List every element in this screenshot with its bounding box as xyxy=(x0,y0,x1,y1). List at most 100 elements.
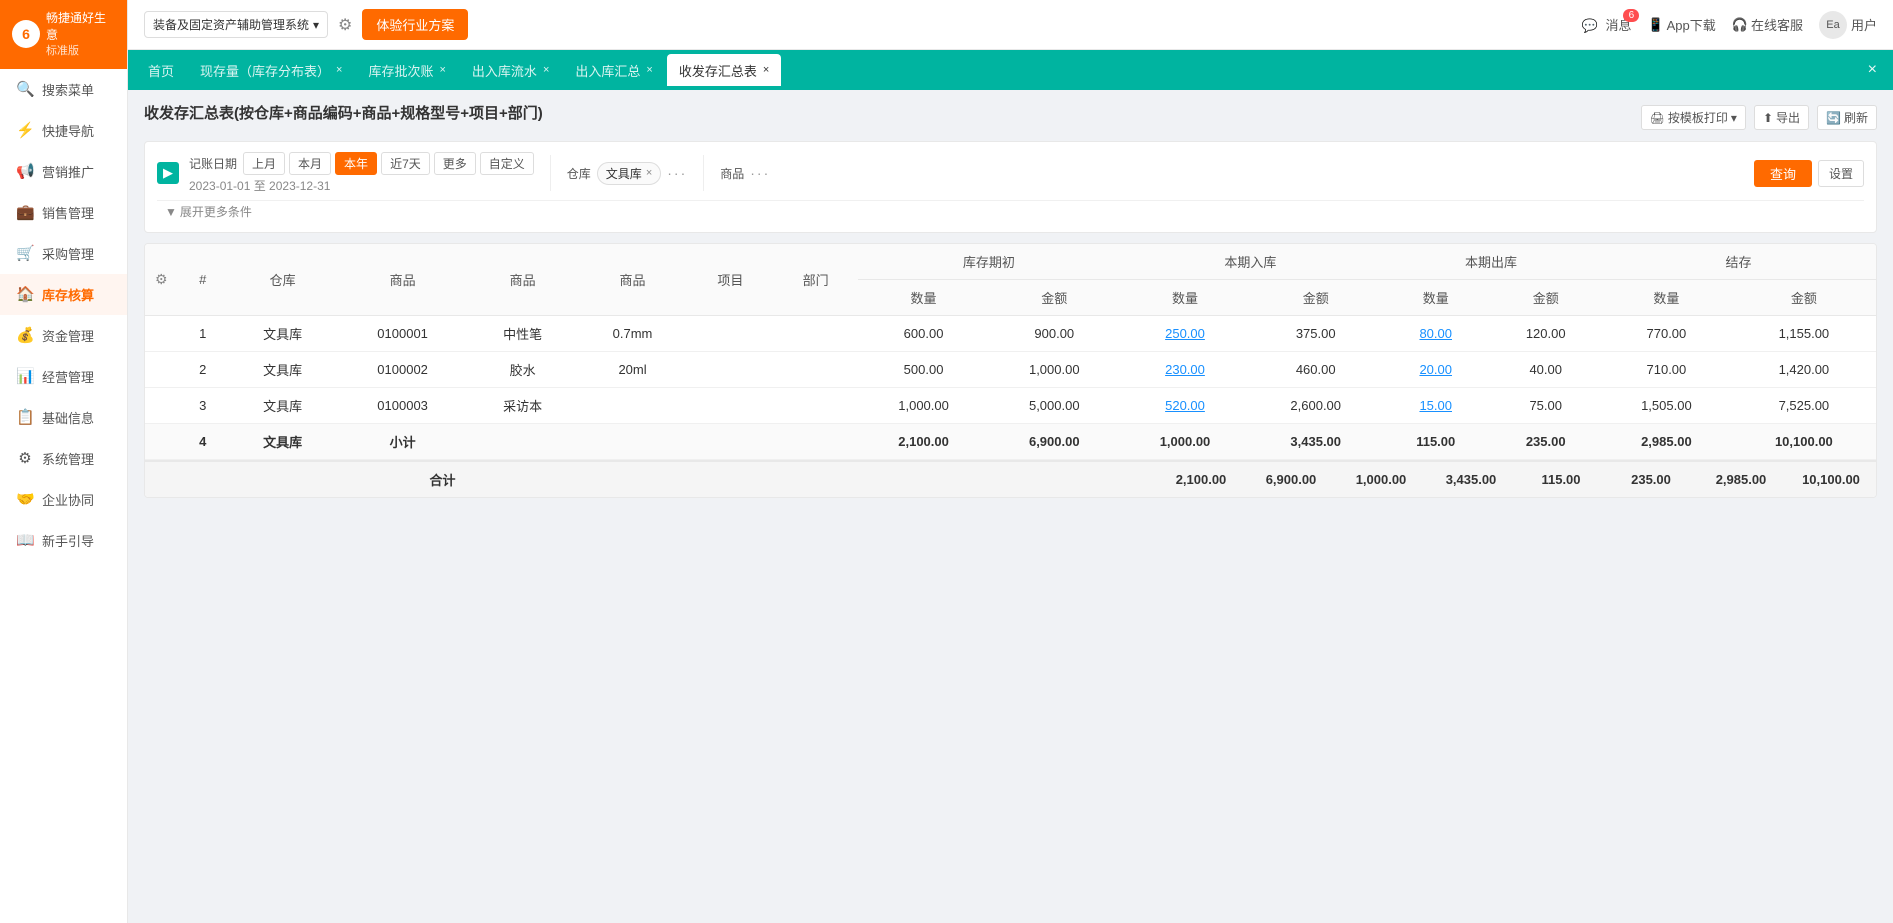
remove-warehouse-icon[interactable]: × xyxy=(646,167,652,179)
col-num-header: # xyxy=(178,244,228,316)
footer-in-qty: 1,000.00 xyxy=(1336,472,1426,487)
search-icon: 🔍 xyxy=(16,80,34,98)
table-footer: 合计 2,100.00 6,900.00 1,000.00 3,435.00 1… xyxy=(145,460,1876,497)
user-label: 用户 xyxy=(1851,15,1877,34)
sidebar-item-label: 系统管理 xyxy=(42,449,94,468)
data-cell: 胶水 xyxy=(468,352,577,388)
query-button[interactable]: 查询 xyxy=(1754,160,1812,187)
close-all-tabs-icon[interactable]: × xyxy=(1860,61,1885,79)
data-cell: 2 xyxy=(178,352,228,388)
table-row: 1文具库0100001中性笔0.7mm600.00900.00250.00375… xyxy=(145,316,1876,352)
page-title: 收发存汇总表(按仓库+商品编码+商品+规格型号+项目+部门) xyxy=(144,102,543,123)
app-logo: 6 畅捷通好生意 标准版 xyxy=(0,0,127,69)
close-icon[interactable]: × xyxy=(543,64,549,76)
tab-inout-summary[interactable]: 出入库汇总 × xyxy=(563,54,664,86)
col-spec-header: 商品 xyxy=(577,244,688,316)
data-cell: 文具库 xyxy=(228,316,337,352)
data-cell: 3 xyxy=(178,388,228,424)
expand-conditions-button[interactable]: ▼ 展开更多条件 xyxy=(157,200,1864,222)
tab-recv-send[interactable]: 收发存汇总表 × xyxy=(667,54,781,86)
refresh-icon: 🔄 xyxy=(1826,111,1841,125)
cart-icon: 🛒 xyxy=(16,244,34,262)
sidebar-item-marketing[interactable]: 📢 营销推广 xyxy=(0,151,127,192)
sidebar-item-search[interactable]: 🔍 搜索菜单 xyxy=(0,69,127,110)
col-dept-header: 部门 xyxy=(773,244,858,316)
table-row: 2文具库0100002胶水20ml500.001,000.00230.00460… xyxy=(145,352,1876,388)
bell-icon: 💬 xyxy=(1582,18,1598,33)
qty-link-cell[interactable]: 250.00 xyxy=(1120,316,1251,352)
data-cell: 文具库 xyxy=(228,388,337,424)
try-button[interactable]: 体验行业方案 xyxy=(362,9,468,40)
warehouse-icon: 🏠 xyxy=(16,285,34,303)
user-menu[interactable]: Ea 用户 xyxy=(1819,11,1877,39)
col-code-header: 商品 xyxy=(337,244,468,316)
filter-collapse-button[interactable]: ▶ xyxy=(157,162,179,184)
messages-button[interactable]: 💬 6 消息 xyxy=(1582,15,1632,34)
sidebar-item-purchase[interactable]: 🛒 采购管理 xyxy=(0,233,127,274)
qty-link-cell[interactable]: 520.00 xyxy=(1120,388,1251,424)
sidebar-item-sales[interactable]: 💼 销售管理 xyxy=(0,192,127,233)
col-in-amt-header: 金额 xyxy=(1250,280,1381,316)
close-icon[interactable]: × xyxy=(646,64,652,76)
col-settings-header[interactable]: ⚙ xyxy=(145,244,178,316)
sidebar-item-collab[interactable]: 🤝 企业协同 xyxy=(0,479,127,520)
sidebar-item-operation[interactable]: 📊 经营管理 xyxy=(0,356,127,397)
sidebar-item-guide[interactable]: 📖 新手引导 xyxy=(0,520,127,561)
qty-link-cell[interactable]: 80.00 xyxy=(1381,316,1490,352)
qty-link-cell[interactable]: 230.00 xyxy=(1120,352,1251,388)
data-cell: 4 xyxy=(178,424,228,460)
sidebar-item-quick[interactable]: ⚡ 快捷导航 xyxy=(0,110,127,151)
col-in-header: 本期入库 xyxy=(1120,244,1381,280)
online-service-button[interactable]: 🎧 在线客服 xyxy=(1732,15,1803,34)
refresh-button[interactable]: 🔄 刷新 xyxy=(1817,105,1877,130)
sidebar-item-label: 库存核算 xyxy=(42,285,94,304)
footer-out-amt: 235.00 xyxy=(1606,472,1696,487)
sidebar-item-basic[interactable]: 📋 基础信息 xyxy=(0,397,127,438)
data-cell: 75.00 xyxy=(1490,388,1601,424)
data-cell: 10,100.00 xyxy=(1732,424,1876,460)
sidebar-item-inventory[interactable]: 🏠 库存核算 xyxy=(0,274,127,315)
date-btn-this-year[interactable]: 本年 xyxy=(335,152,377,175)
filter-bar: ▶ 记账日期 上月 本月 本年 近7天 更多 自定义 xyxy=(144,141,1877,233)
close-icon[interactable]: × xyxy=(336,64,342,76)
qty-link-cell[interactable]: 15.00 xyxy=(1381,388,1490,424)
data-cell: 中性笔 xyxy=(468,316,577,352)
warehouse-more[interactable]: ··· xyxy=(667,165,687,181)
date-btn-more[interactable]: 更多 xyxy=(434,152,476,175)
main-area: 首页 现存量（库存分布表） × 库存批次账 × 出入库流水 × 出入库汇总 × … xyxy=(128,50,1893,923)
col-balance-header: 结存 xyxy=(1601,244,1876,280)
data-cell: 1,000.00 xyxy=(858,388,989,424)
date-btn-last-month[interactable]: 上月 xyxy=(243,152,285,175)
close-icon[interactable]: × xyxy=(439,64,445,76)
warehouse-tag[interactable]: 文具库 × xyxy=(597,162,661,185)
close-icon[interactable]: × xyxy=(763,64,769,76)
data-cell xyxy=(688,352,773,388)
settings-icon[interactable]: ⚙ xyxy=(338,15,352,35)
sidebar-item-label: 基础信息 xyxy=(42,408,94,427)
system-name: 装备及固定资产辅助管理系统 xyxy=(153,16,309,33)
qty-link-cell[interactable]: 20.00 xyxy=(1381,352,1490,388)
data-cell: 235.00 xyxy=(1490,424,1601,460)
app-download-button[interactable]: 📱 App下载 xyxy=(1647,15,1715,34)
data-cell: 600.00 xyxy=(858,316,989,352)
data-cell: 710.00 xyxy=(1601,352,1732,388)
data-cell xyxy=(773,424,858,460)
data-cell: 460.00 xyxy=(1250,352,1381,388)
sidebar-item-system[interactable]: ⚙ 系统管理 xyxy=(0,438,127,479)
date-btn-this-month[interactable]: 本月 xyxy=(289,152,331,175)
tab-inout-flow[interactable]: 出入库流水 × xyxy=(460,54,561,86)
product-filter-label: 商品 xyxy=(720,165,744,182)
tab-home[interactable]: 首页 xyxy=(136,54,186,86)
date-btn-7days[interactable]: 近7天 xyxy=(381,152,430,175)
tab-batch[interactable]: 库存批次账 × xyxy=(356,54,457,86)
export-button[interactable]: ⬆ 导出 xyxy=(1754,105,1809,130)
system-selector[interactable]: 装备及固定资产辅助管理系统 ▾ xyxy=(144,11,328,38)
set-button[interactable]: 设置 xyxy=(1818,160,1864,187)
column-settings-icon[interactable]: ⚙ xyxy=(155,271,168,287)
sidebar-item-capital[interactable]: 💰 资金管理 xyxy=(0,315,127,356)
print-button[interactable]: 🖨 按模板打印 ▾ xyxy=(1641,105,1746,130)
date-btn-custom[interactable]: 自定义 xyxy=(480,152,534,175)
sidebar: 6 畅捷通好生意 标准版 🔍 搜索菜单 ⚡ 快捷导航 📢 营销推广 💼 销售管理… xyxy=(0,0,128,923)
tab-stock-dist[interactable]: 现存量（库存分布表） × xyxy=(188,54,354,86)
product-more[interactable]: ··· xyxy=(750,165,770,181)
